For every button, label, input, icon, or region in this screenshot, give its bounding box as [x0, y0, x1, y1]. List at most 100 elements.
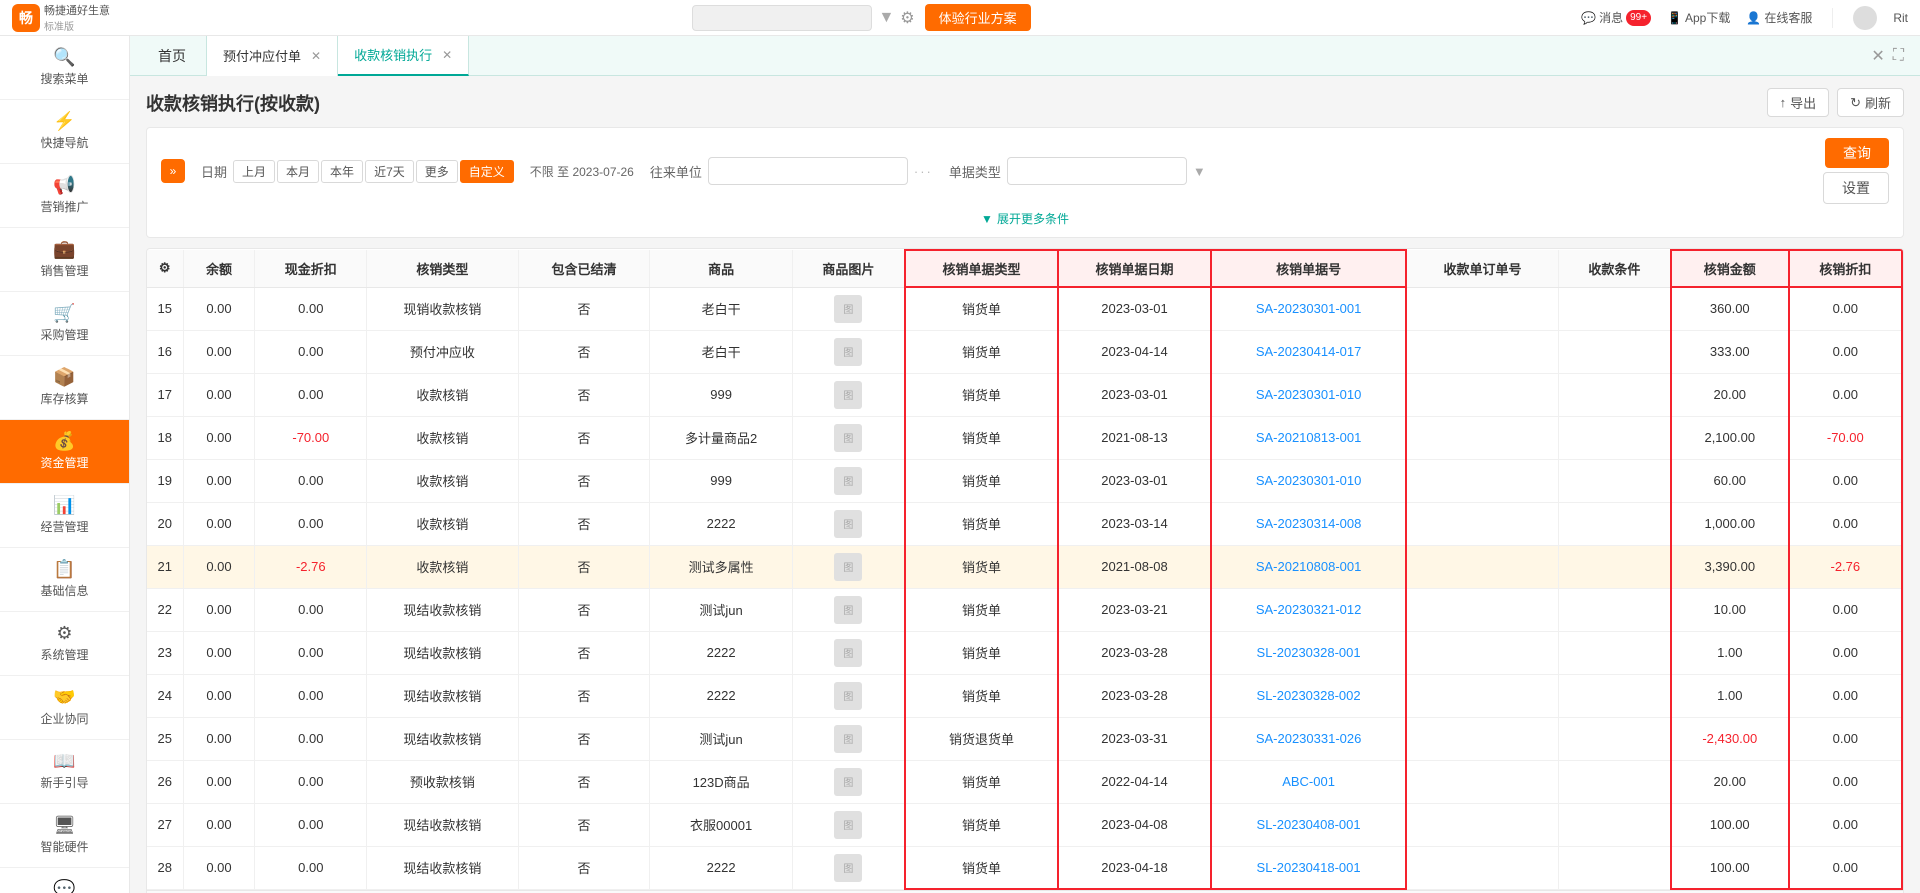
cell-include-settled: 否 [518, 373, 650, 416]
cell-goods: 2222 [650, 846, 793, 889]
cell-receipt-order-no [1406, 373, 1558, 416]
voucher-type-input[interactable] [1007, 157, 1187, 185]
cell-id: 19 [147, 459, 183, 502]
refresh-button[interactable]: ↻ 刷新 [1837, 88, 1904, 117]
sidebar-item-quick-nav[interactable]: ⚡ 快捷导航 [0, 100, 129, 164]
sidebar-item-finance[interactable]: 💰 资金管理 [0, 420, 129, 484]
cell-goods: 123D商品 [650, 760, 793, 803]
cell-voucher-no[interactable]: SL-20230418-001 [1211, 846, 1406, 889]
sidebar-item-hardware[interactable]: 🖥 智能硬件 [0, 804, 129, 868]
cell-goods: 测试多属性 [650, 545, 793, 588]
sidebar-item-operations[interactable]: 📊 经营管理 [0, 484, 129, 548]
top-search-input[interactable] [692, 5, 872, 31]
date-more[interactable]: 更多 [416, 160, 458, 183]
data-table: ⚙ 余额 现金折扣 核销类型 包含已结清 商品 商品图片 核销单据类型 核销单据… [147, 249, 1903, 890]
online-service-button[interactable]: 👤 在线客服 [1746, 9, 1812, 26]
cell-goods: 测试jun [650, 588, 793, 631]
cell-voucher-date: 2023-03-01 [1058, 287, 1211, 330]
setting-button[interactable]: 设置 [1823, 172, 1889, 204]
sidebar-item-basic[interactable]: 📋 基础信息 [0, 548, 129, 612]
partner-input[interactable] [708, 157, 908, 185]
partner-label: 往来单位 [650, 162, 702, 181]
tab-home[interactable]: 首页 [138, 36, 207, 76]
date-custom[interactable]: 自定义 [460, 160, 514, 183]
cell-verify-discount: -2.76 [1789, 545, 1902, 588]
cell-voucher-no[interactable]: SA-20230314-008 [1211, 502, 1406, 545]
cell-voucher-no[interactable]: SA-20210808-001 [1211, 545, 1406, 588]
cell-include-settled: 否 [518, 287, 650, 330]
cell-include-settled: 否 [518, 459, 650, 502]
cell-voucher-type: 销货单 [905, 545, 1058, 588]
query-button[interactable]: 查询 [1825, 138, 1889, 168]
cell-verify-amount: 3,390.00 [1671, 545, 1789, 588]
sidebar-item-sales[interactable]: 💼 销售管理 [0, 228, 129, 292]
tab-expand-button[interactable]: ⛶ [1893, 47, 1904, 65]
tab-advance-offset[interactable]: 预付冲应付单 ✕ [207, 36, 338, 76]
cell-verify-amount: 360.00 [1671, 287, 1789, 330]
hardware-icon: 🖥 [53, 816, 76, 834]
settings-icon[interactable]: ⚙ [900, 8, 914, 28]
sidebar-item-purchase[interactable]: 🛒 采购管理 [0, 292, 129, 356]
cell-voucher-no[interactable]: SA-20230414-017 [1211, 330, 1406, 373]
sidebar-label: 新手引导 [40, 774, 88, 791]
cell-receipt-terms [1558, 846, 1670, 889]
avatar[interactable] [1853, 6, 1877, 30]
sidebar-item-guide[interactable]: 📖 新手引导 [0, 740, 129, 804]
cell-verify-amount: 20.00 [1671, 373, 1789, 416]
industry-solution-button[interactable]: 体验行业方案 [925, 4, 1031, 31]
tab-close-advance[interactable]: ✕ [311, 49, 321, 63]
cell-voucher-no[interactable]: SL-20230328-002 [1211, 674, 1406, 717]
cell-voucher-type: 销货退货单 [905, 717, 1058, 760]
date-filter-group: 日期 上月 本月 本年 近7天 更多 自定义 [201, 160, 514, 183]
date-this-year[interactable]: 本年 [321, 160, 363, 183]
cell-receipt-terms [1558, 502, 1670, 545]
cell-voucher-no[interactable]: SA-20230331-026 [1211, 717, 1406, 760]
cell-balance: 0.00 [183, 502, 255, 545]
message-button[interactable]: 💬 消息 99+ [1581, 9, 1651, 26]
expand-more-button[interactable]: ▼ 展开更多条件 [161, 210, 1889, 227]
cell-voucher-no[interactable]: SL-20230328-001 [1211, 631, 1406, 674]
cell-voucher-no[interactable]: SA-20230301-010 [1211, 373, 1406, 416]
tab-receipt-verify[interactable]: 收款核销执行 ✕ [338, 36, 469, 76]
sidebar-item-wechat[interactable]: 💬 企业微信 [0, 868, 129, 893]
th-verify-amount: 核销金额 [1671, 250, 1789, 287]
sidebar-item-search[interactable]: 🔍 搜索菜单 [0, 36, 129, 100]
cell-voucher-no[interactable]: SA-20210813-001 [1211, 416, 1406, 459]
export-button[interactable]: ↑ 导出 [1767, 88, 1830, 117]
cell-receipt-terms [1558, 330, 1670, 373]
date-last-month[interactable]: 上月 [233, 160, 275, 183]
tab-close-receipt[interactable]: ✕ [442, 48, 452, 62]
cell-include-settled: 否 [518, 803, 650, 846]
table-row: 18 0.00 -70.00 收款核销 否 多计量商品2 图 销货单 2021-… [147, 416, 1902, 459]
cell-voucher-no[interactable]: SA-20230301-001 [1211, 287, 1406, 330]
table-row: 27 0.00 0.00 现结收款核销 否 衣服00001 图 销货单 2023… [147, 803, 1902, 846]
cell-voucher-no[interactable]: SA-20230301-010 [1211, 459, 1406, 502]
cell-receipt-order-no [1406, 330, 1558, 373]
voucher-type-dropdown-icon[interactable]: ▼ [1193, 164, 1206, 179]
date-last-7days[interactable]: 近7天 [365, 160, 414, 183]
tab-close-window-button[interactable]: ✕ [1871, 46, 1884, 66]
sidebar-item-marketing[interactable]: 📢 营销推广 [0, 164, 129, 228]
cell-voucher-type: 销货单 [905, 459, 1058, 502]
message-badge: 99+ [1626, 10, 1651, 26]
table-row: 16 0.00 0.00 预付冲应收 否 老白干 图 销货单 2023-04-1… [147, 330, 1902, 373]
cell-voucher-no[interactable]: SL-20230408-001 [1211, 803, 1406, 846]
collapse-filter-button[interactable]: » [161, 159, 185, 183]
app-download-button[interactable]: 📱 App下载 [1667, 9, 1730, 26]
marketing-icon: 📢 [53, 176, 75, 194]
sidebar-item-collab[interactable]: 🤝 企业协同 [0, 676, 129, 740]
th-gear[interactable]: ⚙ [147, 250, 183, 287]
cell-goods-img: 图 [792, 459, 904, 502]
cell-voucher-no[interactable]: SA-20230321-012 [1211, 588, 1406, 631]
cell-goods: 999 [650, 459, 793, 502]
cell-voucher-no[interactable]: ABC-001 [1211, 760, 1406, 803]
cell-voucher-type: 销货单 [905, 588, 1058, 631]
sidebar-item-system[interactable]: ⚙ 系统管理 [0, 612, 129, 676]
top-bar: 畅 畅捷通好生意 标准版 ▼ ⚙ 体验行业方案 💬 消息 99+ 📱 App下载… [0, 0, 1920, 36]
cell-receipt-terms [1558, 760, 1670, 803]
cell-goods: 老白干 [650, 330, 793, 373]
cell-receipt-terms [1558, 373, 1670, 416]
date-this-month[interactable]: 本月 [277, 160, 319, 183]
sidebar-item-inventory[interactable]: 📦 库存核算 [0, 356, 129, 420]
cell-receipt-terms [1558, 803, 1670, 846]
